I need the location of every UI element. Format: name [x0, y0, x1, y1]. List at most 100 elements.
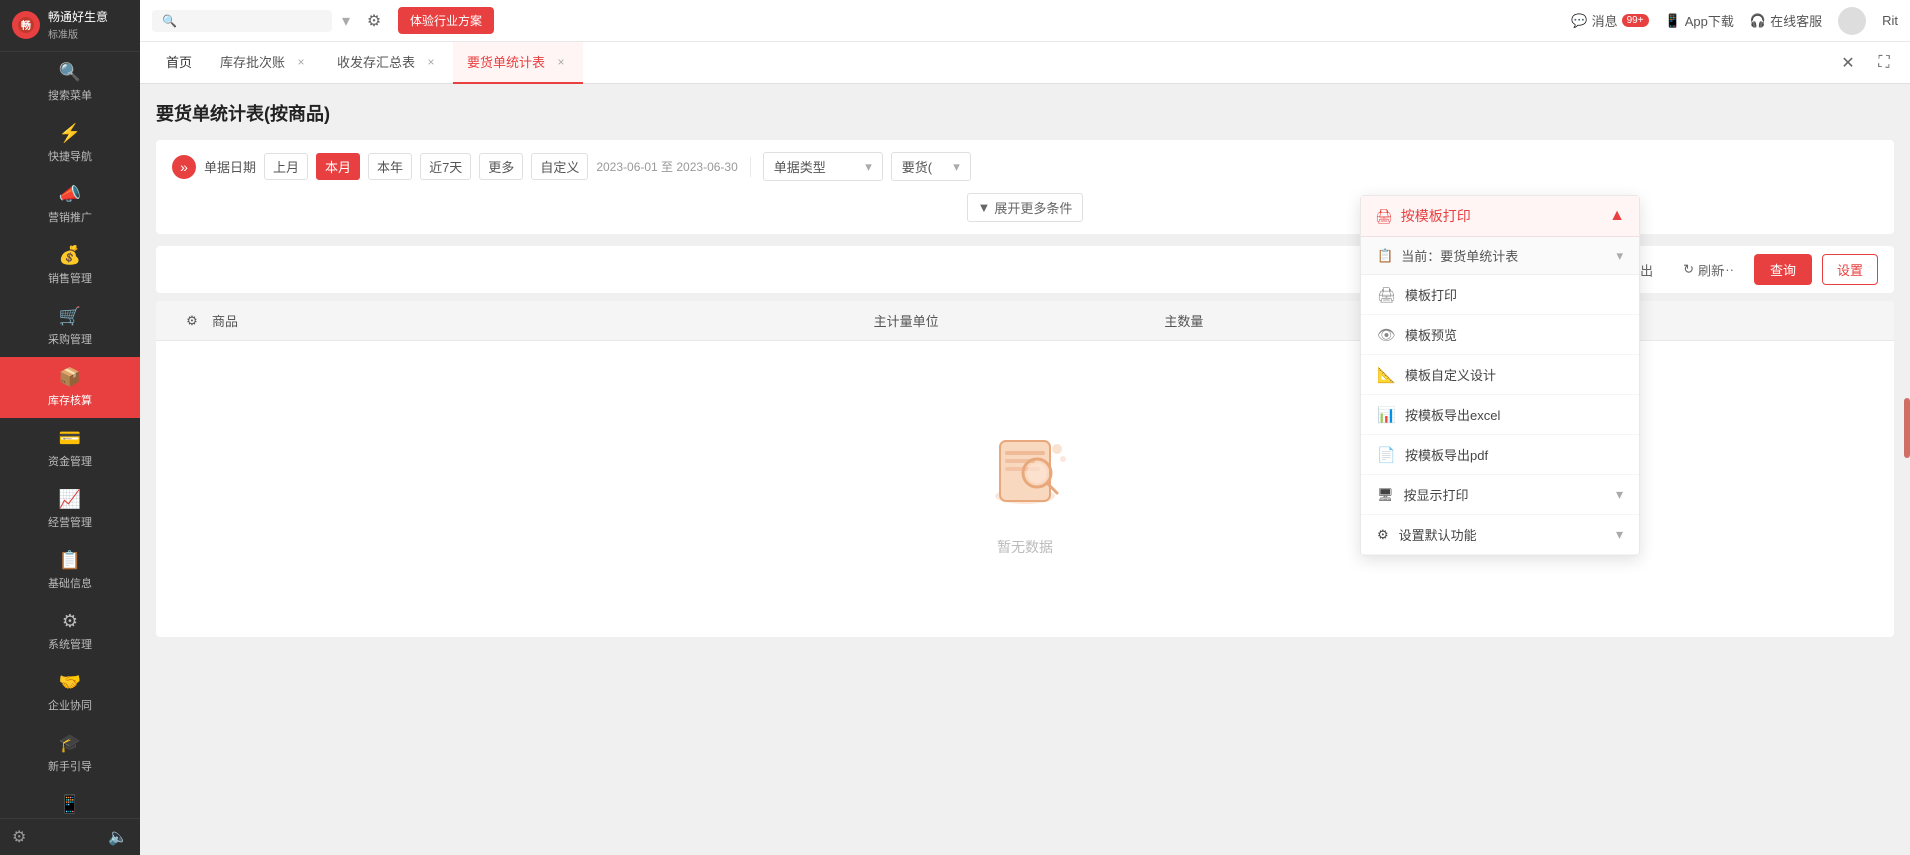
dropdown-item-template-custom[interactable]: 📐 模板自定义设计: [1361, 355, 1639, 395]
tab-batch[interactable]: 库存批次账 ×: [206, 42, 323, 84]
current-template-label: 当前：要货单统计表: [1401, 246, 1518, 265]
th-settings[interactable]: ⚙: [172, 313, 212, 329]
tab-expand-icon[interactable]: ⛶: [1870, 49, 1898, 77]
dropdown-item-template-print[interactable]: 🖨 模板打印: [1361, 275, 1639, 315]
svg-text:畅: 畅: [21, 19, 31, 32]
app-name: 畅通好生意: [48, 10, 108, 26]
top-search-bar[interactable]: 🔍: [152, 10, 332, 32]
user-name: Rit: [1882, 13, 1898, 28]
app-download-label: App下载: [1685, 11, 1734, 30]
tab-close-batch[interactable]: ×: [293, 54, 309, 70]
tab-close-icon[interactable]: ✕: [1834, 49, 1862, 77]
query-button[interactable]: 查询: [1754, 254, 1812, 285]
dropdown-item-set-default[interactable]: ⚙ 设置默认功能 ▾: [1361, 515, 1639, 555]
settings-bottom-icon[interactable]: ⚙: [12, 827, 26, 847]
dropdown-sub-label-2: 设置默认功能: [1399, 525, 1477, 544]
sidebar-item-system[interactable]: ⚙ 系统管理: [0, 601, 140, 662]
expand-more-filters-btn[interactable]: ▼ 展开更多条件: [967, 193, 1084, 222]
filter-toggle-button[interactable]: »: [172, 155, 196, 179]
sidebar-item-inventory[interactable]: 📦 库存核算: [0, 357, 140, 418]
sidebar-item-label: 基础信息: [48, 575, 92, 591]
tab-close-order-stats[interactable]: ×: [553, 54, 569, 70]
dropdown-header[interactable]: 🖨 按模板打印 ▲: [1361, 196, 1639, 237]
filter-divider: [750, 157, 751, 177]
trial-industry-button[interactable]: 体验行业方案: [398, 7, 494, 34]
sidebar-nav: 🔍 搜索菜单 ⚡ 快捷导航 📣 营销推广 💰 销售管理 🛒 采购管理 📦 库存核…: [0, 52, 140, 818]
sidebar-item-basics[interactable]: 📋 基础信息: [0, 540, 140, 601]
online-service-icon: 🎧: [1750, 13, 1766, 29]
system-icon: ⚙: [62, 611, 78, 632]
tab-home[interactable]: 首页: [152, 42, 206, 84]
sidebar-item-label: 库存核算: [48, 392, 92, 408]
display-print-arrow: ▾: [1616, 486, 1623, 503]
tab-receipt-summary[interactable]: 收发存汇总表 ×: [323, 42, 453, 84]
dropdown-item-label: 模板打印: [1405, 285, 1457, 304]
date-filter-label: 单据日期: [204, 157, 256, 176]
date-last-7days-btn[interactable]: 近7天: [420, 153, 471, 180]
dropdown-item-template-preview[interactable]: 👁 模板预览: [1361, 315, 1639, 355]
dropdown-item-export-excel[interactable]: 📊 按模板导出excel: [1361, 395, 1639, 435]
dropdown-item-export-pdf[interactable]: 📄 按模板导出pdf: [1361, 435, 1639, 475]
sidebar-item-marketing[interactable]: 📣 营销推广: [0, 174, 140, 235]
basics-icon: 📋: [59, 550, 81, 571]
date-current-year-btn[interactable]: 本年: [368, 153, 412, 180]
tab-order-stats[interactable]: 要货单统计表 ×: [453, 42, 583, 84]
inventory-icon: 📦: [59, 367, 81, 388]
date-custom-btn[interactable]: 自定义: [531, 153, 588, 180]
dropdown-close-icon[interactable]: ▲: [1609, 207, 1625, 225]
sidebar-item-search[interactable]: 🔍 搜索菜单: [0, 52, 140, 113]
template-print-icon: 🖨: [1377, 286, 1395, 304]
sidebar-item-cooperation[interactable]: 🤝 企业协同: [0, 662, 140, 723]
page-content-area: 要货单统计表(按商品) » 单据日期 上月 本月 本年 近7天 更多 自定义 2…: [140, 84, 1910, 855]
topbar-dropdown-icon[interactable]: ▾: [342, 11, 350, 31]
dropdown-sub-left: 🖥 按显示打印: [1377, 485, 1469, 504]
date-prev-month-btn[interactable]: 上月: [264, 153, 308, 180]
topbar-gear-icon[interactable]: ⚙: [360, 7, 388, 35]
tab-close-receipt-summary[interactable]: ×: [423, 54, 439, 70]
topbar-app-download[interactable]: 📱 App下载: [1665, 11, 1734, 30]
order-type-select[interactable]: 单据类型 ▾: [763, 152, 883, 181]
dropdown-item-label: 按模板导出pdf: [1405, 445, 1488, 464]
template-print-dropdown: 🖨 按模板打印 ▲ 📋 当前：要货单统计表 ▾ 🖨 模板打印 👁: [1360, 195, 1640, 556]
sidebar-item-sales[interactable]: 💰 销售管理: [0, 235, 140, 296]
sound-bottom-icon[interactable]: 🔈: [108, 827, 128, 847]
current-template-left: 📋 当前：要货单统计表: [1377, 246, 1518, 265]
tab-label: 收发存汇总表: [337, 52, 415, 71]
sidebar-item-finance[interactable]: 💳 资金管理: [0, 418, 140, 479]
dropdown-item-display-print[interactable]: 🖥 按显示打印 ▾: [1361, 475, 1639, 515]
sidebar-item-newbie[interactable]: 🎓 新手引导: [0, 723, 140, 784]
tab-label: 要货单统计表: [467, 52, 545, 71]
requirement-filter-select[interactable]: 要货( ▾: [891, 152, 971, 181]
sidebar-item-label: 新手引导: [48, 758, 92, 774]
sidebar-item-label: 搜索菜单: [48, 87, 92, 103]
th-quantity: 主数量: [1045, 311, 1323, 330]
message-icon: 💬: [1571, 13, 1587, 29]
refresh-button[interactable]: ↻ 刷新: [1673, 255, 1734, 284]
empty-text: 暂无数据: [997, 537, 1053, 557]
topbar-online-service[interactable]: 🎧 在线客服: [1750, 11, 1822, 30]
sidebar-item-label: 营销推广: [48, 209, 92, 225]
sidebar-item-operations[interactable]: 📈 经营管理: [0, 479, 140, 540]
topbar-message-item[interactable]: 💬 消息 99+: [1571, 11, 1648, 30]
date-more-btn[interactable]: 更多: [479, 153, 523, 180]
display-print-icon: 🖥: [1377, 487, 1394, 503]
settings-button[interactable]: 设置: [1822, 254, 1878, 285]
sidebar-item-label: 采购管理: [48, 331, 92, 347]
sales-icon: 💰: [59, 245, 81, 266]
topbar-right-area: 💬 消息 99+ 📱 App下载 🎧 在线客服 Rit: [1571, 7, 1898, 35]
user-avatar[interactable]: [1838, 7, 1866, 35]
sidebar-item-label: 销售管理: [48, 270, 92, 286]
dropdown-sub-left-2: ⚙ 设置默认功能: [1377, 525, 1477, 544]
sidebar-item-shortcut[interactable]: ⚡ 快捷导航: [0, 113, 140, 174]
th-product: 商品: [212, 311, 767, 330]
sidebar-item-purchase[interactable]: 🛒 采购管理: [0, 296, 140, 357]
template-preview-icon: 👁: [1377, 326, 1395, 344]
tab-label: 首页: [166, 52, 192, 71]
sidebar-item-label: 经营管理: [48, 514, 92, 530]
sidebar-item-app-center[interactable]: 📱 应用中心: [0, 784, 140, 818]
date-current-month-btn[interactable]: 本月: [316, 153, 360, 180]
current-template-row[interactable]: 📋 当前：要货单统计表 ▾: [1361, 237, 1639, 275]
export-pdf-icon: 📄: [1377, 446, 1395, 464]
requirement-dropdown-icon: ▾: [953, 159, 960, 175]
column-settings-icon[interactable]: ⚙: [186, 313, 198, 328]
